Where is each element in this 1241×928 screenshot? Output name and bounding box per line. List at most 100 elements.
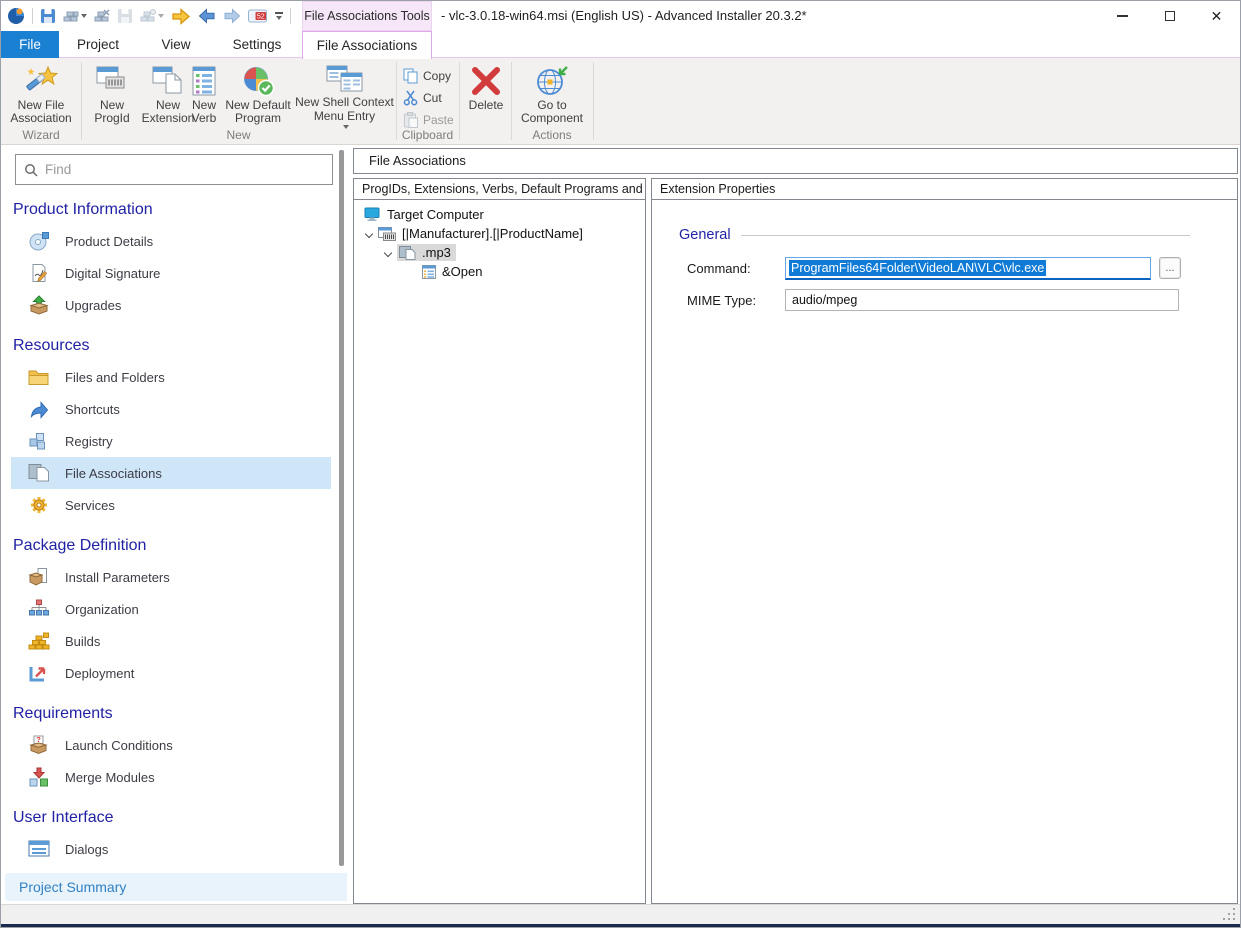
section-heading-requirements: Requirements [13,705,113,722]
file-associations-icon [27,463,51,483]
scissors-icon [403,90,418,106]
folder-icon [27,368,51,387]
sidebar-item-services[interactable]: Services [11,489,331,521]
mime-value: audio/mpeg [792,293,858,307]
window-bottom-edge [1,924,1240,927]
navigation-sidebar: Product Information Product Details Digi… [1,145,347,904]
maximize-button[interactable] [1146,1,1193,31]
back-icon[interactable] [198,4,216,28]
go-to-component-button[interactable]: Go to Component [514,63,590,129]
group-separator [459,62,460,140]
sidebar-item-launch-conditions[interactable]: ? Launch Conditions [11,729,331,761]
properties-header: Extension Properties [652,179,1237,200]
button-label: Cut [423,91,442,105]
build-icon[interactable] [63,4,87,28]
sidebar-item-label: Dialogs [65,841,109,857]
extension-properties-panel: Extension Properties General Command: Pr… [651,178,1238,904]
find-input[interactable] [45,162,324,177]
new-file-association-button[interactable]: New File Association [3,63,79,129]
build-dropdown-caret-icon[interactable] [81,14,87,18]
section-divider [740,234,1190,236]
tab-file[interactable]: File [1,31,59,58]
sidebar-item-upgrades[interactable]: Upgrades [11,289,331,321]
maximize-icon [1164,11,1175,21]
progid-icon [378,226,396,241]
tab-settings[interactable]: Settings [215,31,299,58]
advanced-installer-logo-icon[interactable] [7,4,25,28]
minimize-button[interactable] [1099,1,1146,31]
bricks-icon [27,631,51,651]
org-chart-icon [27,599,51,619]
sidebar-item-label: Upgrades [65,297,122,313]
status-bar [1,904,1240,924]
button-label: Paste [423,113,454,127]
section-heading-resources: Resources [13,337,90,354]
shortcut-arrow-icon [27,399,51,419]
sidebar-item-label: File Associations [65,465,162,481]
chevron-down-icon[interactable] [383,248,393,257]
sidebar-item-install-parameters[interactable]: Install Parameters [11,561,331,593]
sidebar-item-organization[interactable]: Organization [11,593,331,625]
paste-button[interactable]: Paste [403,110,457,130]
sidebar-item-shortcuts[interactable]: Shortcuts [11,393,331,425]
tab-file-associations[interactable]: File Associations [302,31,432,59]
run-icon[interactable] [171,4,191,28]
section-heading-user-interface: User Interface [13,809,114,826]
window-title: - vlc-3.0.18-win64.msi (English US) - Ad… [441,8,807,23]
close-button[interactable]: ✕ [1193,1,1240,31]
sidebar-item-dialogs[interactable]: Dialogs [11,833,331,865]
new-verb-button[interactable]: New Verb [185,63,223,129]
button-label: New Shell Context Menu Entry [295,95,394,123]
new-default-program-button[interactable]: New Default Program [221,63,295,129]
cd-disc-icon [27,231,51,251]
svg-text:52: 52 [257,14,265,21]
project-summary-link[interactable]: Project Summary [5,873,347,901]
save-all-icon[interactable] [117,4,133,28]
selected-tree-node[interactable]: .mp3 [397,244,456,261]
resize-grip[interactable] [1223,908,1235,920]
tab-project[interactable]: Project [59,31,137,58]
gear-icon [27,495,51,515]
chevron-down-icon[interactable] [364,229,374,238]
command-input[interactable]: ProgramFiles64Folder\VideoLAN\VLC\vlc.ex… [785,257,1151,280]
install-parameters-icon [27,567,51,587]
sidebar-item-merge-modules[interactable]: Merge Modules [11,761,331,793]
tree-item-target-computer[interactable]: Target Computer [354,205,645,224]
delete-button[interactable]: Delete [463,63,509,129]
sidebar-item-digital-signature[interactable]: Digital Signature [11,257,331,289]
extension-window-icon [152,63,184,99]
build-options-icon[interactable] [140,4,164,28]
cut-button[interactable]: Cut [403,88,457,108]
sidebar-item-deployment[interactable]: Deployment [11,657,331,689]
rebuild-icon[interactable] [94,4,110,28]
new-progid-button[interactable]: New ProgId [87,63,137,129]
button-label: New File Association [10,98,72,126]
find-box[interactable] [15,154,333,185]
merge-modules-icon [27,767,51,787]
copy-button[interactable]: Copy [403,66,457,86]
app-window: 52 File Associations Tools - vlc-3.0.18-… [0,0,1241,928]
sidebar-item-product-details[interactable]: Product Details [11,225,331,257]
mime-type-input[interactable]: audio/mpeg [785,289,1179,311]
sidebar-item-file-associations[interactable]: File Associations [11,457,331,489]
new-shell-context-menu-button[interactable]: New Shell Context Menu Entry [295,63,394,129]
associations-tree-panel: ProgIDs, Extensions, Verbs, Default Prog… [353,178,646,904]
sidebar-scrollbar[interactable] [339,150,344,866]
browse-button[interactable]: ... [1159,257,1181,279]
tree-column-header[interactable]: ProgIDs, Extensions, Verbs, Default Prog… [354,179,645,200]
upgrade-box-icon [27,295,51,315]
sidebar-item-registry[interactable]: Registry [11,425,331,457]
run-in-vm-icon[interactable]: 52 [248,4,268,28]
button-label: Copy [423,69,452,83]
save-icon[interactable] [40,4,56,28]
sidebar-item-label: Shortcuts [65,401,120,417]
tree-item-mp3[interactable]: .mp3 [354,243,645,262]
sidebar-item-builds[interactable]: Builds [11,625,331,657]
forward-icon[interactable] [223,4,241,28]
build-options-caret-icon[interactable] [158,14,164,18]
tree-item-open-verb[interactable]: &Open [354,262,645,281]
tree-item-progid[interactable]: [|Manufacturer].[|ProductName] [354,224,645,243]
sidebar-item-files-and-folders[interactable]: Files and Folders [11,361,331,393]
tab-view[interactable]: View [137,31,215,58]
customize-toolbar-icon[interactable] [275,4,283,28]
